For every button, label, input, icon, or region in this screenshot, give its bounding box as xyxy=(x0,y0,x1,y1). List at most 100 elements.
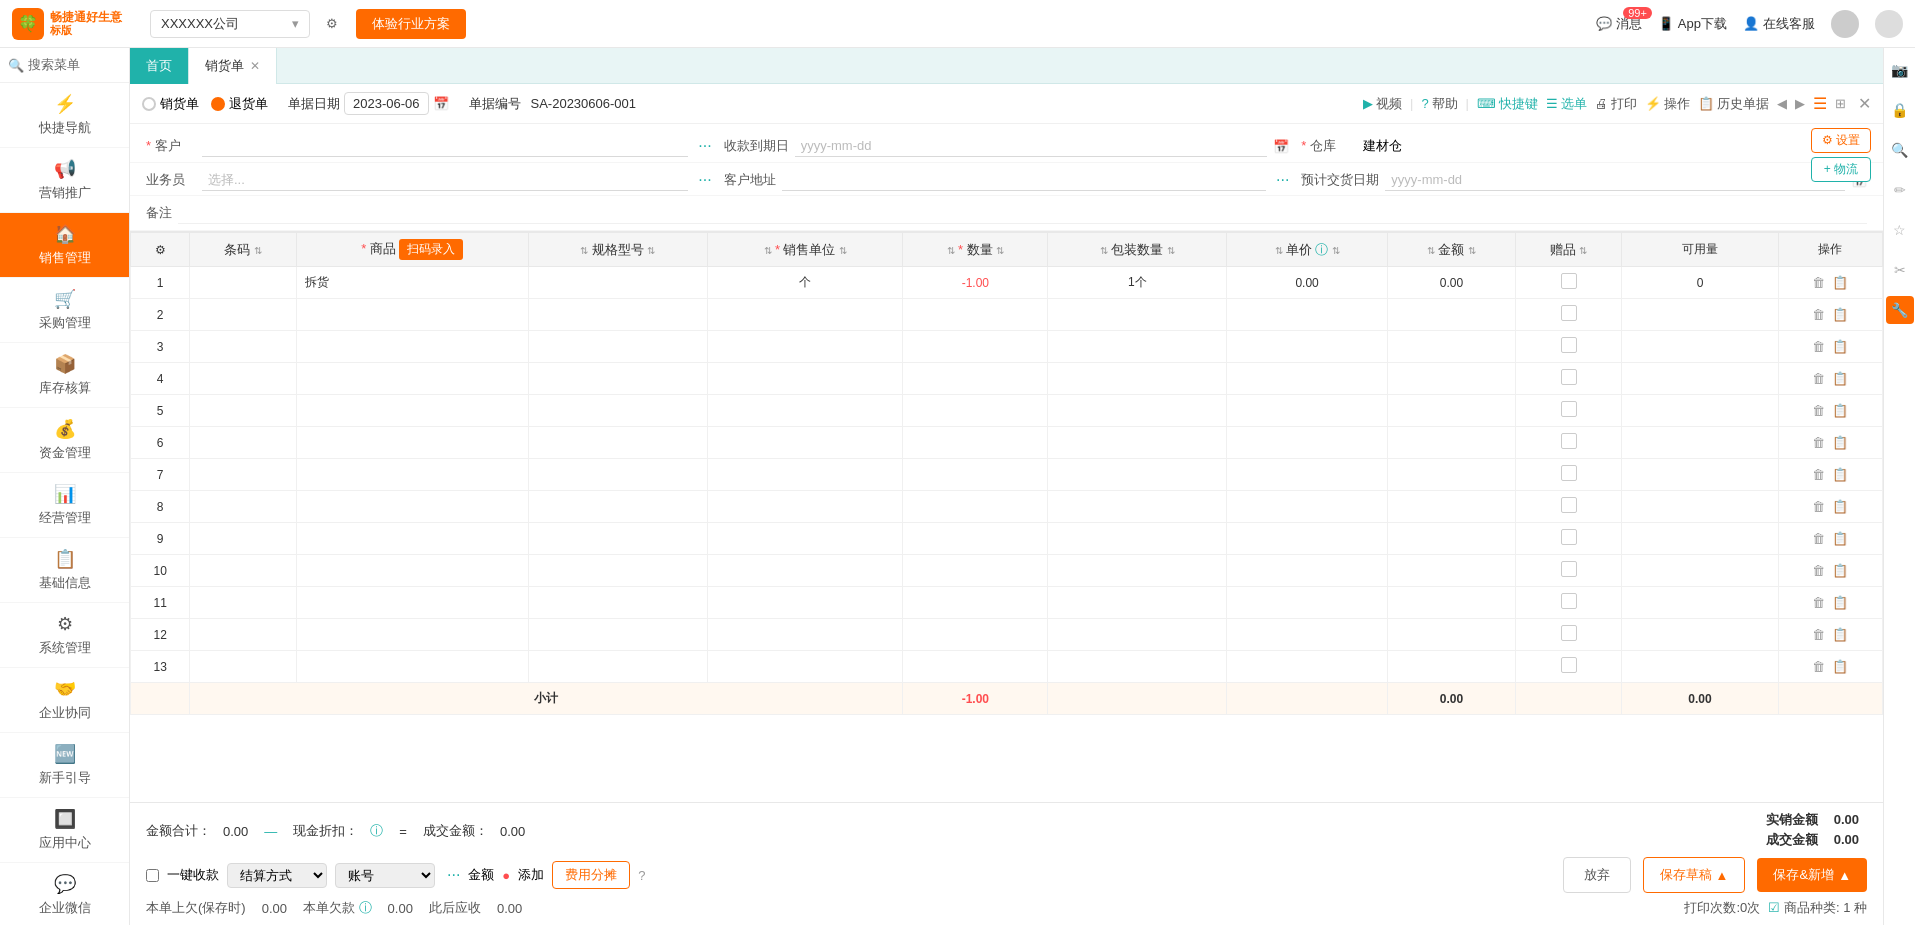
row-qty[interactable] xyxy=(903,523,1048,555)
sidebar-item-guide[interactable]: 🆕 新手引导 xyxy=(0,733,129,798)
row-product[interactable] xyxy=(296,331,528,363)
online-service-btn[interactable]: 👤 在线客服 xyxy=(1743,15,1815,33)
row-price[interactable] xyxy=(1227,555,1387,587)
grid-view-icon[interactable]: ⊞ xyxy=(1835,96,1846,111)
close-form-icon[interactable]: ✕ xyxy=(1858,94,1871,113)
tab-sales-order[interactable]: 销货单 ✕ xyxy=(188,48,277,84)
sidebar-item-apps[interactable]: 🔲 应用中心 xyxy=(0,798,129,863)
copy-icon[interactable]: 📋 xyxy=(1832,499,1848,514)
company-selector[interactable]: XXXXXX公司 ▾ xyxy=(150,10,310,38)
arrears-info-icon[interactable]: ⓘ xyxy=(359,900,372,915)
row-gift[interactable] xyxy=(1516,267,1622,299)
delete-icon[interactable]: 🗑 xyxy=(1812,275,1825,290)
row-qty[interactable] xyxy=(903,299,1048,331)
abandon-btn[interactable]: 放弃 xyxy=(1563,857,1631,893)
row-unit[interactable] xyxy=(707,331,903,363)
video-btn[interactable]: ▶ 视频 xyxy=(1363,95,1402,113)
salesperson-more-icon[interactable]: ··· xyxy=(698,171,711,189)
row-spec[interactable] xyxy=(528,299,707,331)
row-pkg-qty[interactable] xyxy=(1048,555,1227,587)
row-product[interactable]: 拆货 xyxy=(296,267,528,299)
history-btn[interactable]: 📋 历史单据 xyxy=(1698,95,1769,113)
row-pkg-qty[interactable] xyxy=(1048,427,1227,459)
row-price[interactable] xyxy=(1227,427,1387,459)
checkbox-icon[interactable]: ☑ xyxy=(1768,900,1780,915)
delete-icon[interactable]: 🗑 xyxy=(1812,627,1825,642)
list-view-icon[interactable]: ☰ xyxy=(1813,94,1827,113)
row-product[interactable] xyxy=(296,587,528,619)
right-panel-tool-icon[interactable]: 🔧 xyxy=(1886,296,1914,324)
row-gift[interactable] xyxy=(1516,555,1622,587)
row-price[interactable] xyxy=(1227,331,1387,363)
row-spec[interactable] xyxy=(528,459,707,491)
expense-split-btn[interactable]: 费用分摊 xyxy=(552,861,630,889)
settlement-method-select[interactable]: 结算方式 xyxy=(227,863,327,888)
row-qty[interactable] xyxy=(903,619,1048,651)
radio-sales-order[interactable]: 销货单 xyxy=(142,95,199,113)
row-unit[interactable] xyxy=(707,363,903,395)
row-amount[interactable] xyxy=(1387,491,1515,523)
delete-icon[interactable]: 🗑 xyxy=(1812,339,1825,354)
row-spec[interactable] xyxy=(528,267,707,299)
salesperson-input[interactable] xyxy=(202,169,688,191)
row-spec[interactable] xyxy=(528,523,707,555)
row-unit[interactable] xyxy=(707,427,903,459)
add-label[interactable]: 添加 xyxy=(518,866,544,884)
row-price[interactable] xyxy=(1227,491,1387,523)
row-pkg-qty[interactable] xyxy=(1048,459,1227,491)
note-input[interactable] xyxy=(178,202,1867,224)
row-pkg-qty[interactable] xyxy=(1048,523,1227,555)
row-qty[interactable] xyxy=(903,427,1048,459)
row-amount[interactable] xyxy=(1387,459,1515,491)
row-pkg-qty[interactable] xyxy=(1048,299,1227,331)
nav-next-icon[interactable]: ▶ xyxy=(1795,96,1805,111)
row-price[interactable] xyxy=(1227,619,1387,651)
shortcut-btn[interactable]: ⌨ 快捷键 xyxy=(1477,95,1538,113)
settings-btn[interactable]: ⚙ 设置 xyxy=(1811,128,1871,153)
row-gift[interactable] xyxy=(1516,363,1622,395)
logistics-btn[interactable]: + 物流 xyxy=(1811,157,1871,182)
select-btn[interactable]: ☰ 选单 xyxy=(1546,95,1587,113)
row-unit[interactable] xyxy=(707,491,903,523)
row-unit[interactable] xyxy=(707,587,903,619)
row-product[interactable] xyxy=(296,427,528,459)
row-unit[interactable] xyxy=(707,299,903,331)
sidebar-item-operations[interactable]: 📊 经营管理 xyxy=(0,473,129,538)
row-price[interactable] xyxy=(1227,459,1387,491)
row-qty[interactable] xyxy=(903,491,1048,523)
sidebar-item-enterprise[interactable]: 🤝 企业协同 xyxy=(0,668,129,733)
row-barcode[interactable] xyxy=(190,491,296,523)
row-spec[interactable] xyxy=(528,587,707,619)
avatar-2[interactable] xyxy=(1875,10,1903,38)
add-payment-btn[interactable]: ● xyxy=(502,868,510,883)
row-price[interactable] xyxy=(1227,587,1387,619)
sidebar-item-basic-info[interactable]: 📋 基础信息 xyxy=(0,538,129,603)
row-qty[interactable] xyxy=(903,459,1048,491)
row-product[interactable] xyxy=(296,395,528,427)
row-pkg-qty[interactable]: 1个 xyxy=(1048,267,1227,299)
row-barcode[interactable] xyxy=(190,395,296,427)
row-product[interactable] xyxy=(296,491,528,523)
delete-icon[interactable]: 🗑 xyxy=(1812,403,1825,418)
row-spec[interactable] xyxy=(528,651,707,683)
settings-icon[interactable]: ⚙ xyxy=(316,8,348,40)
help-btn[interactable]: ? 帮助 xyxy=(1421,95,1457,113)
row-unit[interactable] xyxy=(707,395,903,427)
customer-input[interactable] xyxy=(202,135,688,157)
delete-icon[interactable]: 🗑 xyxy=(1812,499,1825,514)
row-gift[interactable] xyxy=(1516,331,1622,363)
row-amount[interactable] xyxy=(1387,619,1515,651)
sidebar-item-marketing[interactable]: 📢 营销推广 xyxy=(0,148,129,213)
tab-home[interactable]: 首页 xyxy=(130,48,188,84)
sidebar-item-sales[interactable]: 🏠 销售管理 xyxy=(0,213,129,278)
row-price[interactable] xyxy=(1227,363,1387,395)
copy-icon[interactable]: 📋 xyxy=(1832,659,1848,674)
message-btn[interactable]: 💬 消息 99+ xyxy=(1596,15,1642,33)
save-new-btn[interactable]: 保存&新增 ▲ xyxy=(1757,858,1867,892)
row-product[interactable] xyxy=(296,555,528,587)
date-input[interactable]: 2023-06-06 xyxy=(344,92,429,115)
row-spec[interactable] xyxy=(528,331,707,363)
row-qty[interactable] xyxy=(903,651,1048,683)
delete-icon[interactable]: 🗑 xyxy=(1812,595,1825,610)
copy-icon[interactable]: 📋 xyxy=(1832,339,1848,354)
